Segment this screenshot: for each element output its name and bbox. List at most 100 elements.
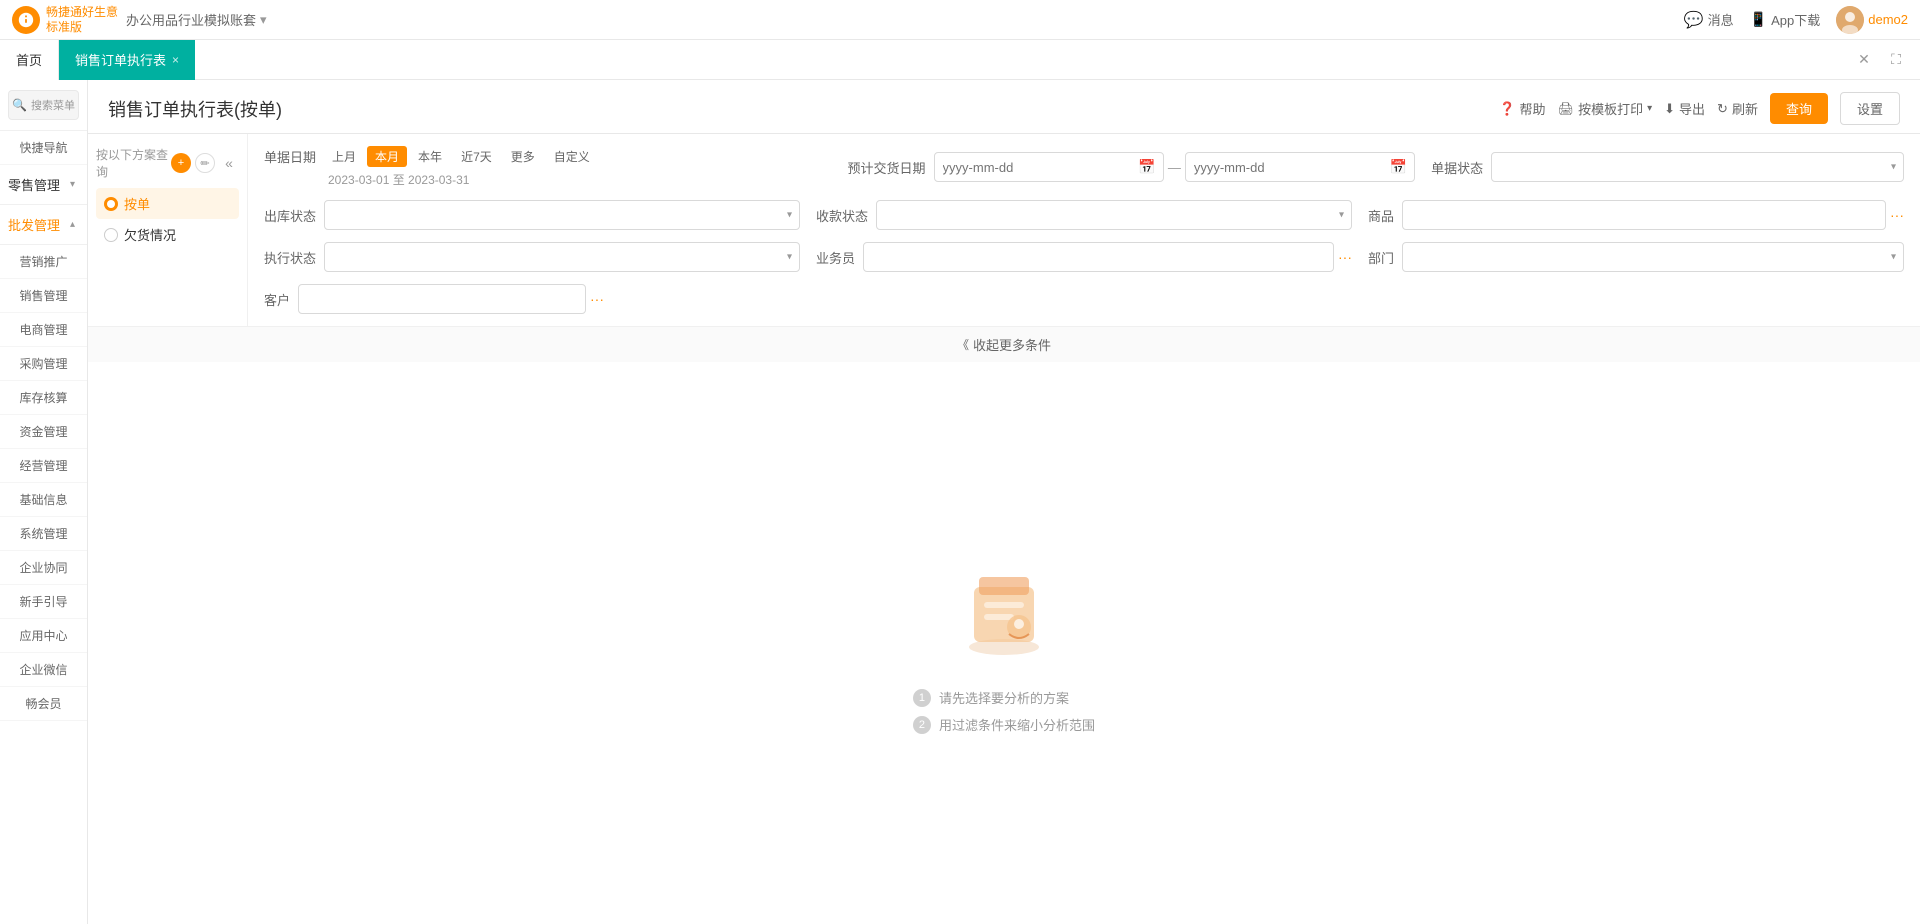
- date-pill-this-month[interactable]: 本月: [367, 146, 407, 167]
- logo-area: 畅捷通好生意 标准版: [12, 5, 118, 34]
- predict-date-end-wrap: 📅: [1185, 152, 1415, 182]
- user-area[interactable]: demo2: [1836, 6, 1908, 34]
- settings-button[interactable]: 设置: [1840, 92, 1900, 125]
- avatar: [1836, 6, 1864, 34]
- out-status-label: 出库状态: [264, 206, 316, 225]
- salesman-ellipsis-btn[interactable]: ···: [1338, 249, 1352, 265]
- dept-select-wrap: ▾: [1402, 242, 1904, 272]
- single-status-label: 单据状态: [1431, 158, 1483, 177]
- help-btn[interactable]: ❓ 帮助: [1499, 99, 1545, 118]
- message-btn[interactable]: 💬 消息: [1684, 10, 1734, 30]
- more-conditions-btn[interactable]: 《 收起更多条件: [88, 326, 1920, 362]
- date-pill-this-year[interactable]: 本年: [410, 146, 450, 167]
- app-download-btn[interactable]: 📱 App下载: [1750, 10, 1821, 29]
- date-pill-7days[interactable]: 近7天: [453, 146, 500, 167]
- sidebar-item-zijin[interactable]: 资金管理: [0, 415, 87, 449]
- sidebar-search-area: 🔍 搜索菜单: [0, 80, 87, 131]
- sidebar-item-xinshou[interactable]: 新手引导: [0, 585, 87, 619]
- sidebar-item-pifa[interactable]: 批发管理 ▴: [0, 205, 87, 244]
- filter-scheme-sidebar: 按以下方案查询 + ✏ « 按单: [88, 134, 248, 326]
- sidebar-item-kuaijie[interactable]: 快捷导航: [0, 131, 87, 165]
- print-btn[interactable]: 🖨 按模板打印 ▾: [1558, 99, 1653, 118]
- filter-item-predict-date: 预计交货日期 📅 — 📅: [848, 152, 1416, 182]
- sidebar-item-weixin[interactable]: 企业微信: [0, 653, 87, 687]
- customer-ellipsis-btn[interactable]: ···: [590, 291, 604, 307]
- sidebar-item-huiyuan[interactable]: 畅会员: [0, 687, 87, 721]
- out-status-select-wrap: ▾: [324, 200, 800, 230]
- sidebar-item-kucun[interactable]: 库存核算: [0, 381, 87, 415]
- exec-status-select[interactable]: [324, 242, 800, 272]
- date-range-display: 2023-03-01 至 2023-03-31: [328, 173, 469, 187]
- logo-text: 畅捷通好生意 标准版: [46, 5, 118, 34]
- refresh-btn[interactable]: ↻ 刷新: [1717, 99, 1758, 118]
- customer-input[interactable]: [298, 284, 586, 314]
- filter-right: 单据日期 上月 本月 本年 近7天 更多 自定义: [248, 134, 1920, 326]
- sidebar-item-caigou[interactable]: 采购管理: [0, 347, 87, 381]
- salesman-label: 业务员: [816, 248, 855, 267]
- chevron-up-icon: ▴: [70, 219, 75, 230]
- sidebar-item-qiye[interactable]: 企业协同: [0, 551, 87, 585]
- scheme-dot-inactive: [104, 228, 118, 242]
- edit-scheme-btn[interactable]: ✏: [195, 153, 215, 173]
- tab-active[interactable]: 销售订单执行表 ×: [59, 40, 195, 80]
- sidebar: 🔍 搜索菜单 快捷导航 零售管理 ▾ 批发管理 ▴ 营销推广 销售管理 电商管理: [0, 80, 88, 924]
- scheme-item-andan[interactable]: 按单: [96, 188, 239, 219]
- predict-date-range: 📅 — 📅: [934, 152, 1416, 182]
- date-pill-more[interactable]: 更多: [503, 146, 543, 167]
- predict-date-start-input[interactable]: [934, 152, 1164, 182]
- sidebar-group-lingshou: 零售管理 ▾: [0, 165, 87, 205]
- tab-bar: 首页 销售订单执行表 × ✕ ⛶: [0, 40, 1920, 80]
- predict-date-label: 预计交货日期: [848, 158, 926, 177]
- search-menu-btn[interactable]: 🔍 搜索菜单: [8, 90, 79, 120]
- goods-ellipsis-btn[interactable]: ···: [1890, 207, 1904, 223]
- empty-tip-2: 2 用过滤条件来缩小分析范围: [913, 715, 1095, 734]
- top-bar-right: 💬 消息 📱 App下载 demo2: [1684, 6, 1908, 34]
- goods-input[interactable]: [1402, 200, 1886, 230]
- sidebar-item-lingshou[interactable]: 零售管理 ▾: [0, 165, 87, 204]
- minimize-btn[interactable]: ✕: [1852, 48, 1876, 72]
- salesman-input[interactable]: [863, 242, 1334, 272]
- filter-row-1: 单据日期 上月 本月 本年 近7天 更多 自定义: [264, 146, 1904, 188]
- sidebar-item-jingying[interactable]: 经营管理: [0, 449, 87, 483]
- print-arrow-icon: ▾: [1647, 103, 1652, 114]
- sidebar-item-jichu[interactable]: 基础信息: [0, 483, 87, 517]
- sidebar-group-pifa: 批发管理 ▴: [0, 205, 87, 245]
- empty-area: 1 请先选择要分析的方案 2 用过滤条件来缩小分析范围: [88, 362, 1920, 924]
- tab-close-icon[interactable]: ×: [172, 53, 179, 67]
- calendar-icon-start: 📅: [1138, 159, 1155, 176]
- maximize-btn[interactable]: ⛶: [1884, 48, 1908, 72]
- exec-status-label: 执行状态: [264, 248, 316, 267]
- empty-tips: 1 请先选择要分析的方案 2 用过滤条件来缩小分析范围: [913, 688, 1095, 734]
- date-pill-custom[interactable]: 自定义: [546, 146, 598, 167]
- collect-status-select[interactable]: [876, 200, 1352, 230]
- sidebar-item-yingyong[interactable]: 应用中心: [0, 619, 87, 653]
- breadcrumb: 办公用品行业模拟账套 ▾: [126, 10, 267, 29]
- filter-rows: 单据日期 上月 本月 本年 近7天 更多 自定义: [264, 146, 1904, 314]
- tab-home[interactable]: 首页: [0, 40, 59, 80]
- single-status-select-wrap: ▾: [1491, 152, 1904, 182]
- phone-icon: 📱: [1750, 11, 1767, 28]
- query-button[interactable]: 查询: [1770, 93, 1828, 124]
- add-scheme-btn[interactable]: +: [171, 153, 191, 173]
- main-layout: 🔍 搜索菜单 快捷导航 零售管理 ▾ 批发管理 ▴ 营销推广 销售管理 电商管理: [0, 80, 1920, 924]
- sidebar-item-xiaoshou[interactable]: 销售管理: [0, 279, 87, 313]
- scheme-item-qianhuo[interactable]: 欠货情况: [96, 219, 239, 250]
- single-status-select[interactable]: [1491, 152, 1904, 182]
- filter-item-date: 单据日期 上月 本月 本年 近7天 更多 自定义: [264, 146, 832, 188]
- page-header: 销售订单执行表(按单) ❓ 帮助 🖨 按模板打印 ▾ ⬇ 导出 ↻ 刷新: [88, 80, 1920, 134]
- filter-item-salesman: 业务员 ···: [816, 242, 1352, 272]
- predict-date-end-input[interactable]: [1185, 152, 1415, 182]
- sidebar-item-xitong[interactable]: 系统管理: [0, 517, 87, 551]
- empty-illustration: [944, 552, 1064, 672]
- refresh-icon: ↻: [1717, 101, 1728, 117]
- filter-item-customer: 客户 ···: [264, 284, 604, 314]
- collapse-scheme-btn[interactable]: «: [219, 153, 239, 173]
- date-pill-last-month[interactable]: 上月: [324, 146, 364, 167]
- out-status-select[interactable]: [324, 200, 800, 230]
- sidebar-item-dianshang[interactable]: 电商管理: [0, 313, 87, 347]
- dept-select[interactable]: [1402, 242, 1904, 272]
- export-btn[interactable]: ⬇ 导出: [1664, 99, 1705, 118]
- scheme-dot-active: [104, 197, 118, 211]
- tab-bar-actions: ✕ ⛶: [1852, 48, 1920, 72]
- sidebar-item-yingxiao[interactable]: 营销推广: [0, 245, 87, 279]
